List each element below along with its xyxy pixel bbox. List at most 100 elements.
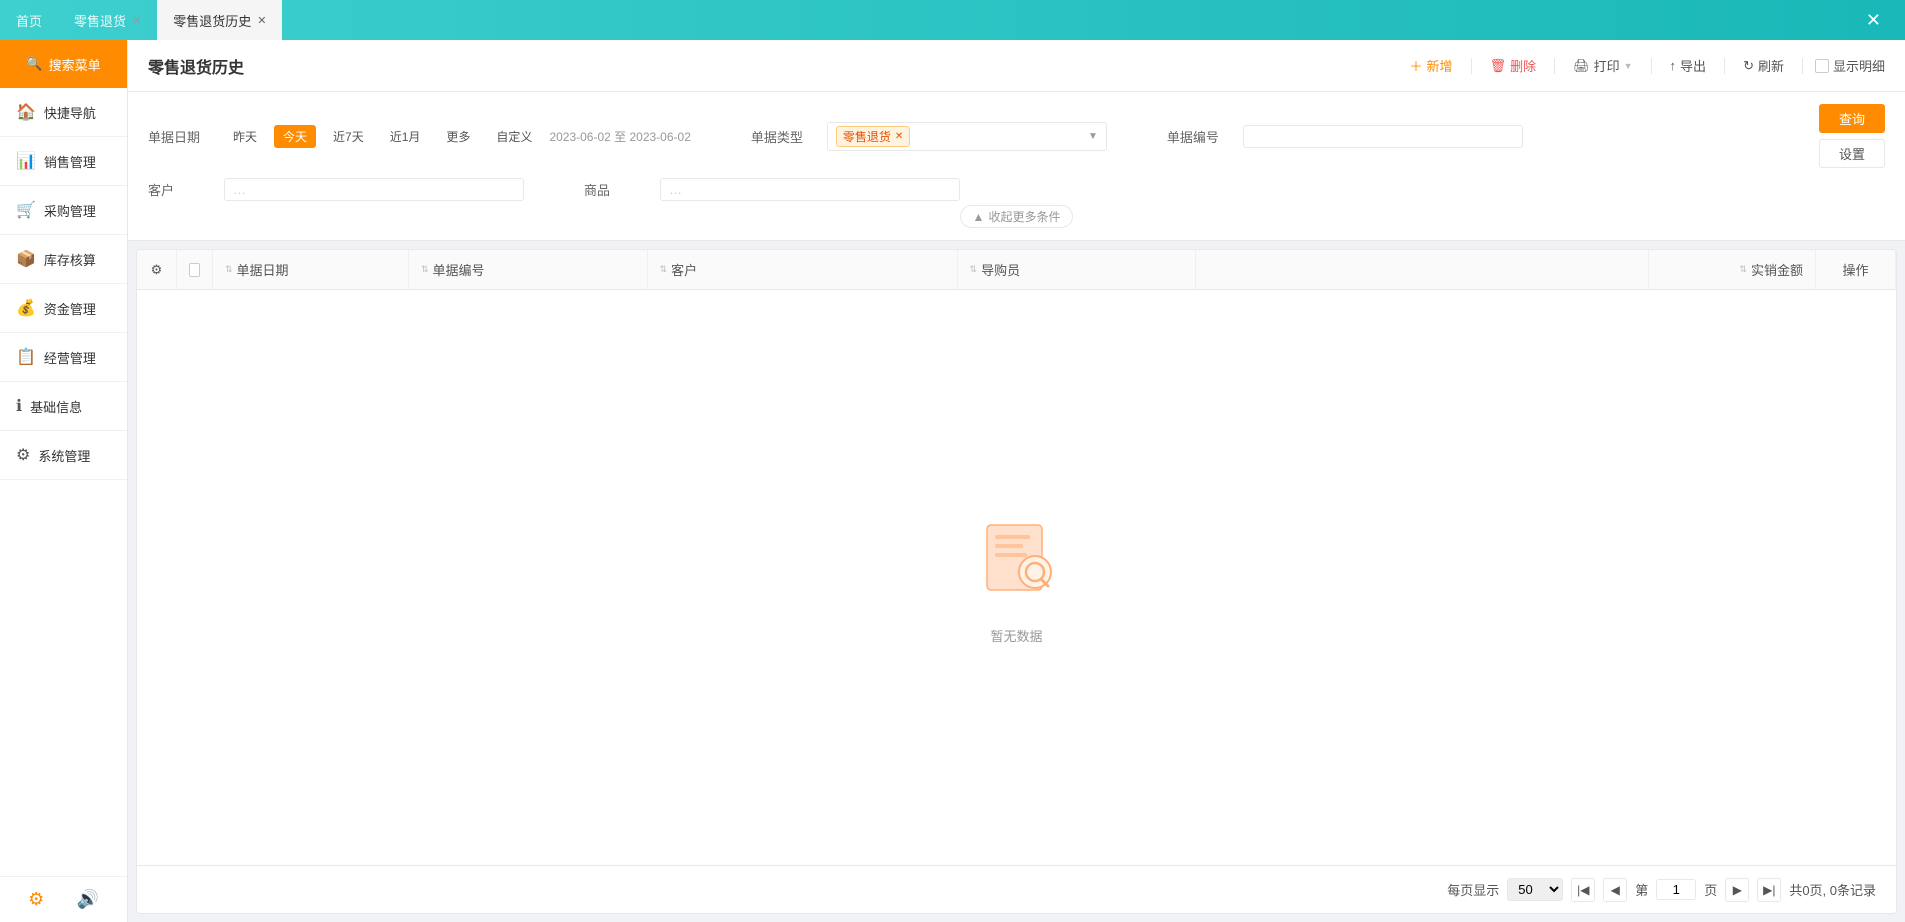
table-header: ⚙ ⇅ 单据日期 ⇅ 单据编号 ⇅ 客户 ⇅ xyxy=(137,250,1896,290)
select-arrow-icon: ▼ xyxy=(1088,131,1098,142)
date-filter: 昨天 今天 近7天 近1月 更多 自定义 2023-06-02 至 2023-0… xyxy=(224,125,691,148)
top-bar-right: ✕ xyxy=(1858,10,1905,31)
th-checkbox[interactable] xyxy=(177,250,213,289)
empty-text: 暂无数据 xyxy=(990,626,1042,645)
search-menu[interactable]: 🔍 搜索菜单 xyxy=(0,40,127,88)
add-label: 新增 xyxy=(1427,56,1453,75)
customer-filter-label: 客户 xyxy=(148,180,204,199)
sidebar-item-basic-info[interactable]: ℹ 基础信息 xyxy=(0,382,127,431)
add-button[interactable]: ＋ 新增 xyxy=(1404,52,1459,79)
tab-retail-history[interactable]: 零售退货历史 ✕ xyxy=(157,0,282,40)
tab-home[interactable]: 首页 xyxy=(0,0,58,40)
th-settings[interactable]: ⚙ xyxy=(137,250,177,289)
collapse-bar: ▲ 收起更多条件 xyxy=(148,205,1885,228)
sidebar-audio-icon[interactable]: 🔊 xyxy=(76,889,98,910)
divider-2 xyxy=(1554,58,1555,74)
last-page-button[interactable]: ▶| xyxy=(1757,878,1781,902)
refresh-button[interactable]: ↻ 刷新 xyxy=(1737,52,1790,79)
tab-retail-history-label: 零售退货历史 xyxy=(173,11,251,30)
main-content: 零售退货历史 ＋ 新增 🗑 删除 🖨 打印 ▼ xyxy=(128,40,1905,922)
select-all-checkbox[interactable] xyxy=(189,263,200,277)
date-btn-custom[interactable]: 自定义 xyxy=(487,125,541,148)
date-btn-yesterday[interactable]: 昨天 xyxy=(224,125,266,148)
collapse-label: 收起更多条件 xyxy=(988,208,1060,225)
close-window-button[interactable]: ✕ xyxy=(1858,6,1889,34)
system-icon: ⚙ xyxy=(16,445,30,465)
th-spacer xyxy=(1196,250,1648,289)
export-label: 导出 xyxy=(1680,56,1706,75)
th-amount-label: 实销金额 xyxy=(1751,260,1803,279)
goods-filter-label: 商品 xyxy=(584,180,640,199)
page-size-select[interactable]: 50 100 200 xyxy=(1507,878,1563,901)
sidebar-item-purchase[interactable]: 🛒 采购管理 xyxy=(0,186,127,235)
type-tag: 零售退货 ✕ xyxy=(836,126,910,147)
operations-icon: 📋 xyxy=(16,347,36,367)
filter-area: 单据日期 昨天 今天 近7天 近1月 更多 自定义 2023-06-02 至 2… xyxy=(128,92,1905,241)
search-icon: 🔍 xyxy=(26,56,42,72)
print-button[interactable]: 🖨 打印 ▼ xyxy=(1567,52,1638,79)
th-customer-label: 客户 xyxy=(671,260,697,279)
type-filter-select[interactable]: 零售退货 ✕ ▼ xyxy=(827,122,1107,151)
search-menu-label: 搜索菜单 xyxy=(49,55,101,74)
close-retail-history-icon[interactable]: ✕ xyxy=(257,14,266,27)
first-page-button[interactable]: |◀ xyxy=(1571,878,1595,902)
tab-retail-return[interactable]: 零售退货 ✕ xyxy=(58,0,157,40)
page-label: 页 xyxy=(1704,880,1717,899)
table-settings-icon[interactable]: ⚙ xyxy=(151,262,163,278)
page-input[interactable] xyxy=(1656,879,1696,900)
tab-home-label: 首页 xyxy=(16,11,42,30)
sidebar-item-inventory[interactable]: 📦 库存核算 xyxy=(0,235,127,284)
date-btn-1month[interactable]: 近1月 xyxy=(381,125,430,148)
settings-button[interactable]: 设置 xyxy=(1819,139,1885,168)
date-btn-more[interactable]: 更多 xyxy=(437,125,479,148)
th-no-sort-icon[interactable]: ⇅ xyxy=(421,264,429,275)
show-detail-checkbox[interactable] xyxy=(1815,59,1829,73)
export-button[interactable]: ↑ 导出 xyxy=(1664,52,1713,79)
type-tag-close[interactable]: ✕ xyxy=(895,131,903,142)
sidebar-item-system[interactable]: ⚙ 系统管理 xyxy=(0,431,127,480)
sidebar-item-inventory-label: 库存核算 xyxy=(44,250,96,269)
th-action-label: 操作 xyxy=(1842,260,1868,279)
th-guide-label: 导购员 xyxy=(981,260,1020,279)
date-btn-today[interactable]: 今天 xyxy=(274,125,316,148)
total-label: 共0页, 0条记录 xyxy=(1789,880,1876,899)
tab-list: 首页 零售退货 ✕ 零售退货历史 ✕ xyxy=(0,0,1858,40)
th-customer: ⇅ 客户 xyxy=(648,250,958,289)
top-bar: 首页 零售退货 ✕ 零售退货历史 ✕ ✕ xyxy=(0,0,1905,40)
no-filter-input[interactable] xyxy=(1243,125,1523,148)
close-retail-return-icon[interactable]: ✕ xyxy=(132,14,141,27)
goods-placeholder: … xyxy=(669,182,682,197)
sidebar: 🔍 搜索菜单 🏠 快捷导航 📊 销售管理 🛒 采购管理 📦 库存核算 💰 资金管… xyxy=(0,40,128,922)
sidebar-item-operations[interactable]: 📋 经营管理 xyxy=(0,333,127,382)
sidebar-item-home-label: 快捷导航 xyxy=(44,103,96,122)
th-customer-sort-icon[interactable]: ⇅ xyxy=(660,264,668,275)
next-page-button[interactable]: ▶ xyxy=(1725,878,1749,902)
sidebar-item-purchase-label: 采购管理 xyxy=(44,201,96,220)
finance-icon: 💰 xyxy=(16,298,36,318)
th-no: ⇅ 单据编号 xyxy=(409,250,648,289)
sidebar-settings-icon[interactable]: ⚙ xyxy=(28,889,44,910)
th-guide-sort-icon[interactable]: ⇅ xyxy=(970,264,978,275)
goods-filter-select[interactable]: … xyxy=(660,178,960,201)
sidebar-item-home[interactable]: 🏠 快捷导航 xyxy=(0,88,127,137)
sidebar-item-basic-info-label: 基础信息 xyxy=(30,397,82,416)
inventory-icon: 📦 xyxy=(16,249,36,269)
header-actions: ＋ 新增 🗑 删除 🖨 打印 ▼ ↑ 导出 xyxy=(1404,52,1885,79)
th-date-sort-icon[interactable]: ⇅ xyxy=(225,264,233,275)
prev-page-button[interactable]: ◀ xyxy=(1603,878,1627,902)
query-button[interactable]: 查询 xyxy=(1819,104,1885,133)
th-amount-sort-icon[interactable]: ⇅ xyxy=(1739,264,1747,275)
sidebar-item-finance[interactable]: 💰 资金管理 xyxy=(0,284,127,333)
date-btn-7days[interactable]: 近7天 xyxy=(324,125,373,148)
delete-icon: 🗑 xyxy=(1490,58,1507,74)
divider-5 xyxy=(1802,58,1803,74)
sidebar-item-sales[interactable]: 📊 销售管理 xyxy=(0,137,127,186)
th-action: 操作 xyxy=(1816,250,1896,289)
show-detail-toggle[interactable]: 显示明细 xyxy=(1815,56,1885,75)
no-filter-label: 单据编号 xyxy=(1167,127,1223,146)
empty-icon xyxy=(967,510,1067,610)
collapse-button[interactable]: ▲ 收起更多条件 xyxy=(960,205,1074,228)
delete-button[interactable]: 🗑 删除 xyxy=(1484,52,1543,79)
refresh-icon: ↻ xyxy=(1743,58,1754,74)
customer-filter-select[interactable]: … xyxy=(224,178,524,201)
